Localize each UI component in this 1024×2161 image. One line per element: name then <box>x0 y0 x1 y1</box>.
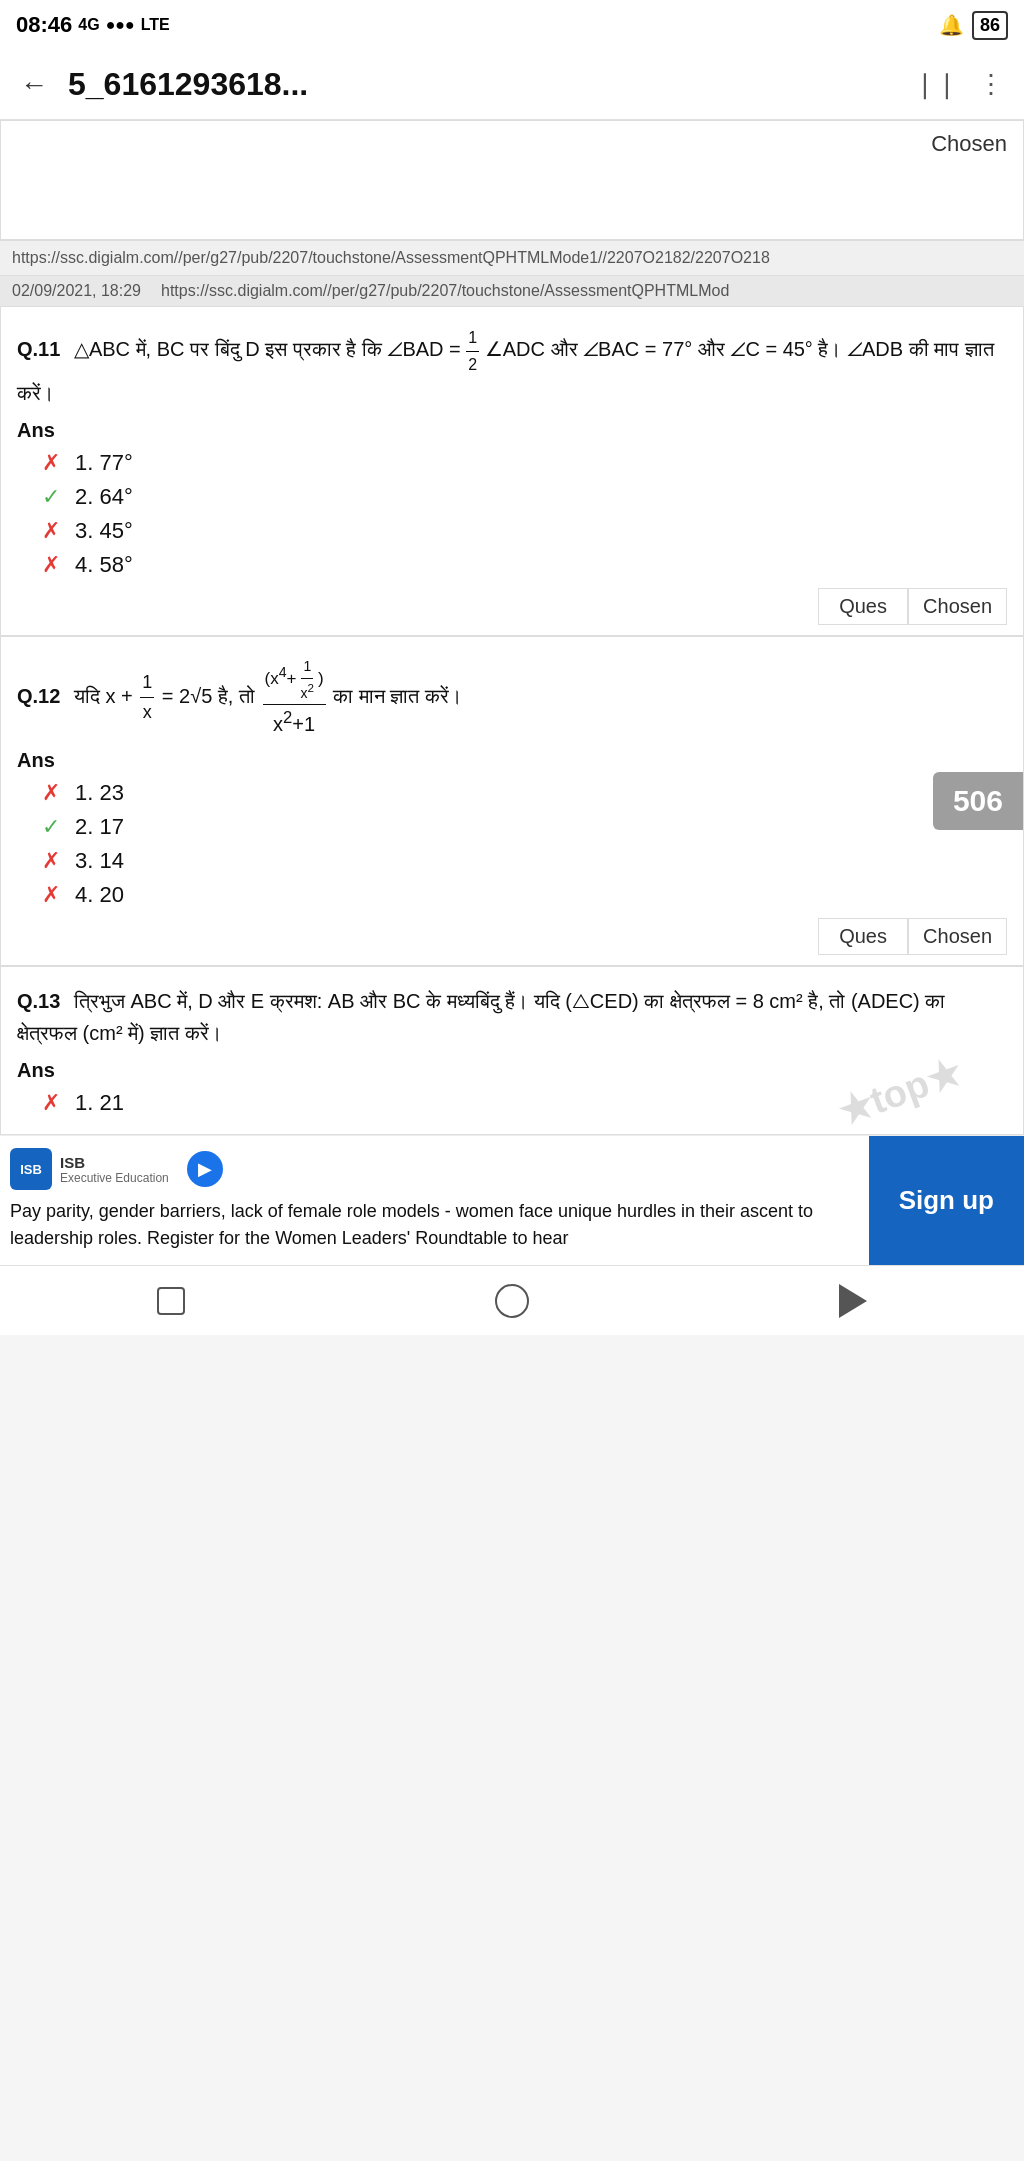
play-icon[interactable]: ▶ <box>187 1151 223 1187</box>
answer-11-1-text: 1. 77° <box>75 450 133 476</box>
answer-11-2-icon: ✓ <box>37 484 65 510</box>
circle-icon <box>495 1284 529 1318</box>
timestamp-url: https://ssc.digialm.com//per/g27/pub/220… <box>161 282 729 300</box>
network-icon: 4G <box>78 16 99 34</box>
ad-content-area: ISB ISB Executive Education ▶ Pay parity… <box>0 1136 869 1265</box>
floating-badge-506: 506 <box>933 772 1023 830</box>
answer-11-4-text: 4. 58° <box>75 552 133 578</box>
url-bar: https://ssc.digialm.com//per/g27/pub/220… <box>0 240 1024 276</box>
question-13-header: Q.13 त्रिभुज ABC में, D और E क्रमश: AB औ… <box>17 985 1007 1049</box>
isb-logo-text: ISB Executive Education <box>60 1154 169 1185</box>
navigation-bar: ← 5_6161293618... ❘❘ ⋮ <box>0 50 1024 120</box>
answer-11-2: ✓ 2. 64° <box>37 484 1007 510</box>
answer-12-3: ✗ 3. 14 <box>37 848 1007 874</box>
back-button[interactable]: ← <box>20 69 48 101</box>
question-12-header: Q.12 यदि x + 1x = 2√5 है, तो (x4+1x2) x2… <box>17 655 1007 739</box>
ad-banner: ISB ISB Executive Education ▶ Pay parity… <box>0 1135 1024 1265</box>
signup-button[interactable]: Sign up <box>869 1136 1024 1265</box>
status-right: 🔔 86 <box>939 11 1008 40</box>
answer-12-3-icon: ✗ <box>37 848 65 874</box>
answer-12-4: ✗ 4. 20 <box>37 882 1007 908</box>
question-11-text: △ABC में, BC पर बिंदु D इस प्रकार है कि … <box>17 338 994 404</box>
battery-indicator: 86 <box>972 11 1008 40</box>
answer-13-1-icon: ✗ <box>37 1090 65 1116</box>
isb-logo-icon: ISB <box>10 1148 52 1190</box>
answer-13-1-text: 1. 21 <box>75 1090 124 1116</box>
question-11-header: Q.11 △ABC में, BC पर बिंदु D इस प्रकार ह… <box>17 325 1007 409</box>
answer-11-3: ✗ 3. 45° <box>37 518 1007 544</box>
answer-11-2-text: 2. 64° <box>75 484 133 510</box>
timestamp-bar: 02/09/2021, 18:29 https://ssc.digialm.co… <box>0 276 1024 306</box>
chosen-label: Chosen <box>931 131 1007 157</box>
ques-label-12: Ques <box>818 918 908 955</box>
question-12-footer: Ques Chosen <box>17 918 1007 955</box>
question-12-block: Q.12 यदि x + 1x = 2√5 है, तो (x4+1x2) x2… <box>0 636 1024 966</box>
home-nav-button[interactable] <box>482 1276 542 1326</box>
answer-11-3-text: 3. 45° <box>75 518 133 544</box>
square-icon <box>157 1287 185 1315</box>
more-button[interactable]: ⋮ <box>978 69 1004 100</box>
question-11-number: Q.11 <box>17 338 60 360</box>
timestamp: 02/09/2021, 18:29 <box>12 282 141 300</box>
signal-icon: ●●● <box>106 16 135 34</box>
square-nav-button[interactable] <box>141 1276 201 1326</box>
answer-11-1: ✗ 1. 77° <box>37 450 1007 476</box>
triangle-icon <box>839 1284 867 1318</box>
answer-12-2-icon: ✓ <box>37 814 65 840</box>
answer-12-1-icon: ✗ <box>37 780 65 806</box>
question-13-ans-label: Ans <box>17 1059 1007 1082</box>
status-left: 08:46 4G ●●● LTE <box>16 12 170 38</box>
top-chosen-section: Chosen <box>0 120 1024 240</box>
answer-13-1: ✗ 1. 21 <box>37 1090 1007 1116</box>
ad-text: Pay parity, gender barriers, lack of fem… <box>10 1198 859 1252</box>
answer-12-2-text: 2. 17 <box>75 814 124 840</box>
answer-12-2: ✓ 2. 17 <box>37 814 1007 840</box>
question-13-block: Q.13 त्रिभुज ABC में, D और E क्रमश: AB औ… <box>0 966 1024 1135</box>
question-11-ans-label: Ans <box>17 419 1007 442</box>
chosen-label-11: Chosen <box>908 588 1007 625</box>
question-11-footer: Ques Chosen <box>17 588 1007 625</box>
question-13-number: Q.13 <box>17 990 60 1012</box>
share-button[interactable]: ❘❘ <box>914 69 958 100</box>
answer-11-3-icon: ✗ <box>37 518 65 544</box>
question-11-block: Q.11 △ABC में, BC पर बिंदु D इस प्रकार ह… <box>0 306 1024 636</box>
ad-logo: ISB ISB Executive Education ▶ <box>10 1148 859 1190</box>
question-13-text: त्रिभुज ABC में, D और E क्रमश: AB और BC … <box>17 990 945 1044</box>
answer-11-4: ✗ 4. 58° <box>37 552 1007 578</box>
answer-11-4-icon: ✗ <box>37 552 65 578</box>
answer-11-1-icon: ✗ <box>37 450 65 476</box>
status-bar: 08:46 4G ●●● LTE 🔔 86 <box>0 0 1024 50</box>
question-12-ans-label: Ans <box>17 749 1007 772</box>
answer-12-1: ✗ 1. 23 <box>37 780 1007 806</box>
answer-12-1-text: 1. 23 <box>75 780 124 806</box>
answer-12-3-text: 3. 14 <box>75 848 124 874</box>
answer-12-4-icon: ✗ <box>37 882 65 908</box>
ques-label-11: Ques <box>818 588 908 625</box>
answer-12-4-text: 4. 20 <box>75 882 124 908</box>
back-nav-button[interactable] <box>823 1276 883 1326</box>
time-display: 08:46 <box>16 12 72 38</box>
chosen-label-12: Chosen <box>908 918 1007 955</box>
volume-icon: 🔔 <box>939 13 964 37</box>
bottom-navigation <box>0 1265 1024 1335</box>
lte-icon: LTE <box>141 16 170 34</box>
question-12-text: यदि x + 1x = 2√5 है, तो (x4+1x2) x2+1 का… <box>74 685 462 707</box>
question-12-number: Q.12 <box>17 685 60 707</box>
page-title: 5_6161293618... <box>68 66 894 103</box>
